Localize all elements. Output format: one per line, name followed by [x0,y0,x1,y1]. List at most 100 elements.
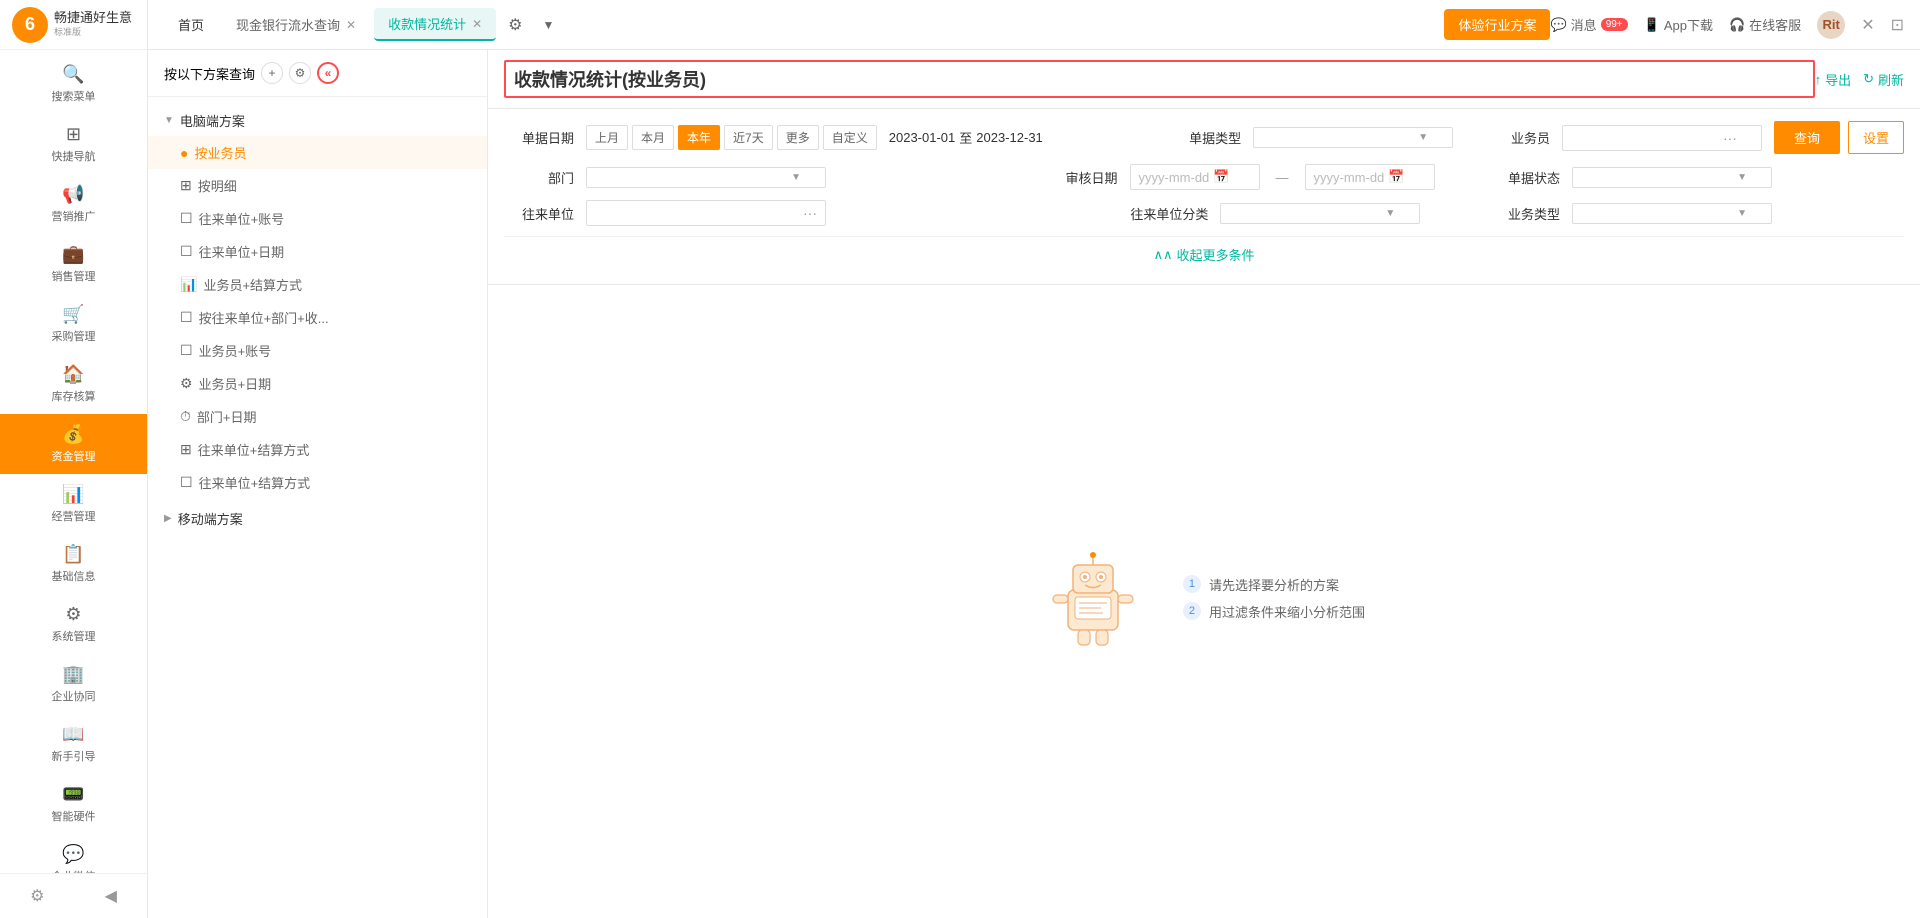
sp-date-icon: ⚙ [180,375,193,392]
mobile-scheme-group: ▶ 移动端方案 [148,503,487,534]
sidebar-label-search: 搜索菜单 [52,88,96,104]
scheme-item-sp-settlement[interactable]: 📊 业务员+结算方式 [148,268,487,301]
refresh-btn[interactable]: ↻ 刷新 [1863,70,1904,89]
page-header-actions: ↑ 导出 ↻ 刷新 [1815,70,1904,89]
sidebar-item-purchase[interactable]: 🛒 采购管理 [0,294,147,354]
query-btn[interactable]: 查询 [1774,121,1840,154]
review-date-from[interactable]: yyyy-mm-dd 📅 [1130,164,1260,190]
app-download-btn[interactable]: 📱 App下载 [1644,15,1713,34]
window-close-btn[interactable]: ✕ [1861,15,1874,35]
salesperson-input[interactable]: ··· [1562,125,1762,151]
dept-label: 部门 [504,168,574,187]
topbar-dropdown-icon[interactable]: ▼ [543,18,555,32]
message-btn[interactable]: 💬 消息 99+ [1550,15,1627,34]
sidebar-settings-btn[interactable]: ⚙ [22,882,52,910]
sidebar-item-enterprise[interactable]: 🏢 企业协同 [0,654,147,714]
logo-text: 畅捷通好生意 标准版 [54,10,132,39]
biz-type-label: 业务类型 [1500,204,1560,223]
scheme-item-salesperson-label: 按业务员 [194,143,246,162]
sidebar-label-hardware: 智能硬件 [52,808,96,824]
scheme-item-unit-account[interactable]: ☐ 往来单位+账号 [148,202,487,235]
scheme-item-unit-settle2[interactable]: ☐ 往来单位+结算方式 [148,466,487,499]
scheme-item-salesperson[interactable]: ● 按业务员 [148,136,487,169]
doc-type-select[interactable]: ▼ [1253,127,1453,148]
panel-settings-btn[interactable]: ⚙ [289,62,311,84]
sidebar-label-operation: 经营管理 [52,508,96,524]
scheme-item-detail[interactable]: ⊞ 按明细 [148,169,487,202]
mobile-group-header[interactable]: ▶ 移动端方案 [148,503,487,534]
partner-input[interactable]: ··· [586,200,826,226]
tab-receipt[interactable]: 收款情况统计 ✕ [374,8,496,41]
date-btn-more[interactable]: 更多 [777,125,819,150]
app-download-label: App下载 [1664,15,1713,34]
sidebar-item-inventory[interactable]: 🏠 库存核算 [0,354,147,414]
tab-receipt-label: 收款情况统计 [388,14,466,33]
salesperson-more-btn[interactable]: ··· [1723,130,1737,146]
dept-select[interactable]: ▼ [586,167,826,188]
salesperson-scheme-icon: ● [180,145,188,161]
sidebar-item-marketing[interactable]: 📢 营销推广 [0,174,147,234]
logo-name: 畅捷通好生意 [54,10,132,27]
partner-more-btn[interactable]: ··· [803,205,817,221]
doc-status-select[interactable]: ▼ [1572,167,1772,188]
pc-group-header[interactable]: ▼ 电脑端方案 [148,105,487,136]
sidebar-label-marketing: 营销推广 [52,208,96,224]
sidebar-item-hardware[interactable]: 📟 智能硬件 [0,774,147,834]
window-maximize-btn[interactable]: ⊡ [1891,15,1904,35]
sidebar-item-sales[interactable]: 💼 销售管理 [0,234,147,294]
date-btn-thisyear[interactable]: 本年 [678,125,720,150]
scheme-btn[interactable]: 体验行业方案 [1444,9,1550,40]
user-avatar[interactable]: Rit [1817,11,1845,39]
date-btn-7days[interactable]: 近7天 [724,125,773,150]
scheme-item-sp-account-label: 业务员+账号 [199,341,272,360]
doc-status-arrow: ▼ [1737,172,1747,183]
sidebar-nav: 🔍 搜索菜单 ⊞ 快捷导航 📢 营销推广 💼 销售管理 🛒 采购管理 🏠 库存核… [0,50,147,873]
date-btn-custom[interactable]: 自定义 [823,125,877,150]
scheme-item-unit-dept-label: 按往来单位+部门+收... [199,308,329,327]
tab-receipt-close[interactable]: ✕ [472,17,482,31]
scheme-item-dept-date[interactable]: ⏱ 部门+日期 [148,400,487,433]
pc-scheme-group: ▼ 电脑端方案 ● 按业务员 ⊞ 按明细 ☐ 往来单位+账号 [148,105,487,499]
sidebar-item-quicknav[interactable]: ⊞ 快捷导航 [0,114,147,174]
salesperson-label: 业务员 [1500,128,1550,147]
sidebar-item-operation[interactable]: 📊 经营管理 [0,474,147,534]
message-icon: 💬 [1550,17,1566,33]
sidebar-collapse-btn[interactable]: ◀ [97,882,125,910]
topbar-settings-icon[interactable]: ⚙ [508,15,522,35]
partner-cat-select[interactable]: ▼ [1220,203,1420,224]
export-btn[interactable]: ↑ 导出 [1815,70,1852,89]
message-label: 消息 [1571,15,1597,34]
panel-collapse-btn[interactable]: « [317,62,339,84]
collapse-btn[interactable]: ∧∧ 收起更多条件 [504,236,1904,272]
sidebar-item-basicinfo[interactable]: 📋 基础信息 [0,534,147,594]
scheme-item-unit-date[interactable]: ☐ 往来单位+日期 [148,235,487,268]
scheme-item-sp-date[interactable]: ⚙ 业务员+日期 [148,367,487,400]
online-service-btn[interactable]: 🎧 在线客服 [1729,15,1801,34]
sidebar-item-search[interactable]: 🔍 搜索菜单 [0,54,147,114]
sidebar-item-guide[interactable]: 📖 新手引导 [0,714,147,774]
tab-bank-close[interactable]: ✕ [346,18,356,32]
panel-sidebar-content: ▼ 电脑端方案 ● 按业务员 ⊞ 按明细 ☐ 往来单位+账号 [148,97,487,918]
scheme-item-sp-account[interactable]: ☐ 业务员+账号 [148,334,487,367]
empty-hint-1: 1 请先选择要分析的方案 [1183,575,1365,594]
unit-account-icon: ☐ [180,210,193,227]
date-btn-lastmonth[interactable]: 上月 [586,125,628,150]
review-date-to[interactable]: yyyy-mm-dd 📅 [1305,164,1435,190]
tab-home[interactable]: 首页 [164,9,218,40]
sidebar-item-finance[interactable]: 💰 资金管理 [0,414,147,474]
tab-bar: 首页 现金银行流水查询 ✕ 收款情况统计 ✕ ⚙ ▼ [164,8,1436,41]
panel-sidebar-header: 按以下方案查询 + ⚙ « [148,50,487,97]
tab-bank[interactable]: 现金银行流水查询 ✕ [222,9,370,40]
sidebar-item-wechat[interactable]: 💬 企业微信 [0,834,147,873]
scheme-item-unit-dept[interactable]: ☐ 按往来单位+部门+收... [148,301,487,334]
date-label: 单据日期 [504,128,574,147]
filter-settings-btn[interactable]: 设置 [1848,121,1904,154]
scheme-item-unit-settle1[interactable]: ⊞ 往来单位+结算方式 [148,433,487,466]
empty-content: 1 请先选择要分析的方案 2 用过滤条件来缩小分析范围 [1043,545,1365,658]
date-btn-thismonth[interactable]: 本月 [632,125,674,150]
sidebar-label-sales: 销售管理 [52,268,96,284]
biz-type-select[interactable]: ▼ [1572,203,1772,224]
sidebar-item-system[interactable]: ⚙ 系统管理 [0,594,147,654]
panel-add-btn[interactable]: + [261,62,283,84]
pc-group-label: 电脑端方案 [180,111,245,130]
